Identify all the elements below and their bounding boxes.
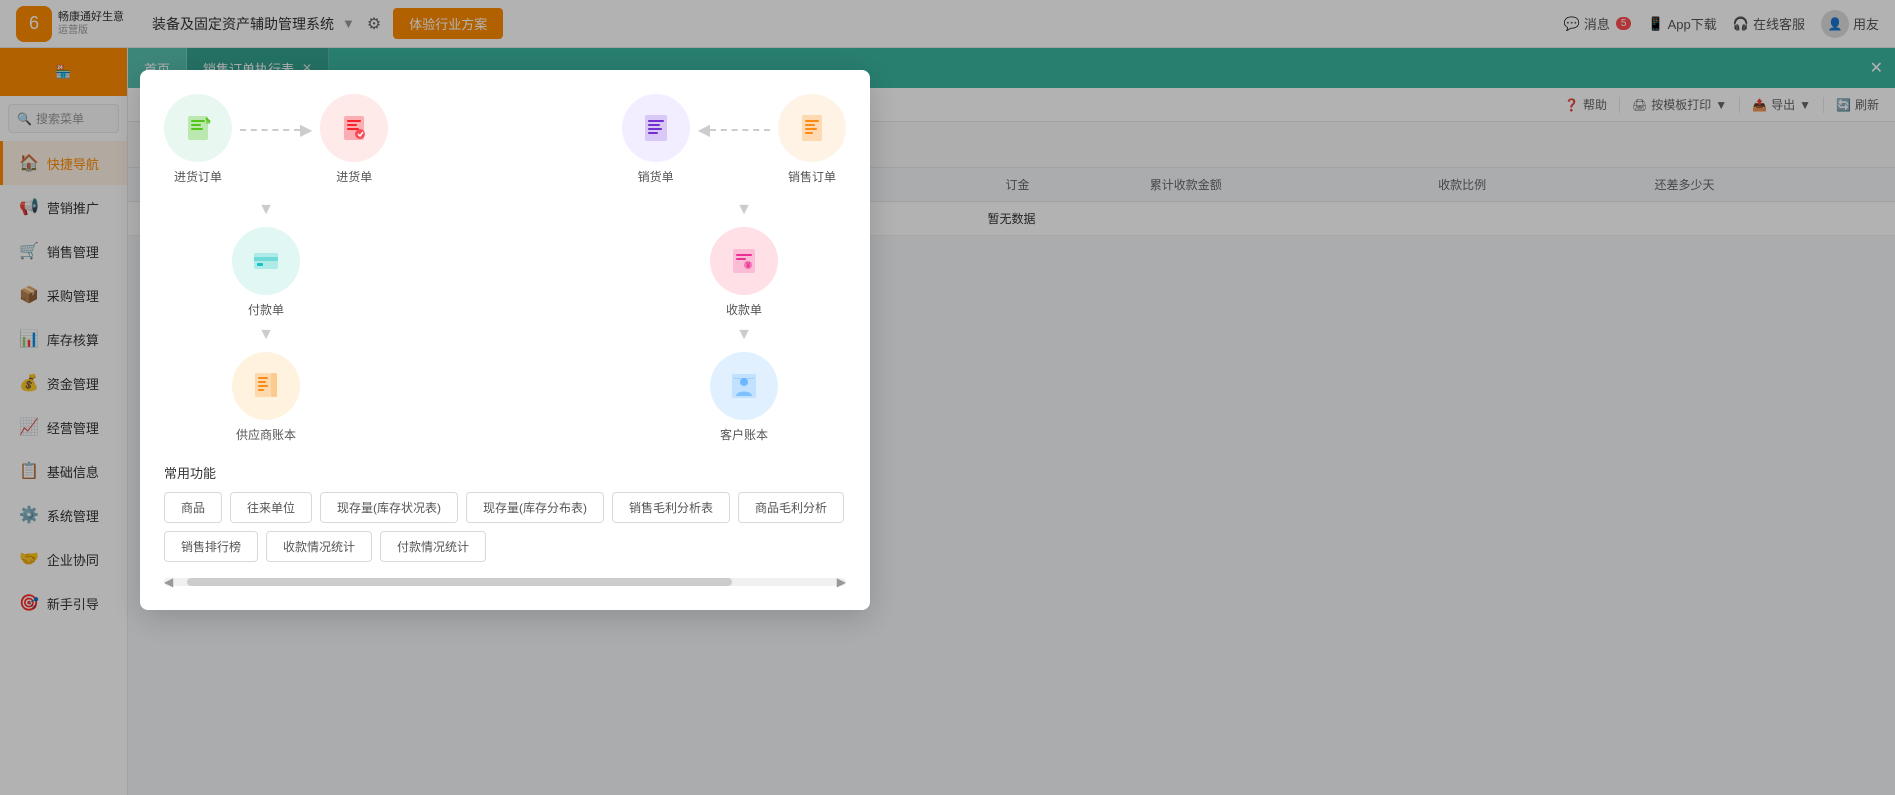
arrow-down-payment: ▼ — [232, 326, 300, 344]
common-functions-area: 常用功能 商品 往来单位 现存量(库存状况表) 现存量(库存分布表) 销售毛利分… — [164, 463, 846, 562]
func-btn-stock-dist[interactable]: 现存量(库存分布表) — [466, 492, 604, 523]
func-btn-stock-status[interactable]: 现存量(库存状况表) — [320, 492, 458, 523]
popup-card: 进货订单 ▶ — [140, 70, 870, 610]
flow-row-arrows-down: ▼ ▼ — [164, 201, 846, 219]
flow-row-5: 供应商账本 客户账本 — [164, 352, 846, 443]
svg-text:¥: ¥ — [746, 261, 751, 270]
arrow-down-sales-bill: ▼ — [710, 201, 778, 219]
flow-diagram-area: 进货订单 ▶ — [164, 94, 846, 443]
func-btn-sales-rank[interactable]: 销售排行榜 — [164, 531, 258, 562]
flow-label-purchase-bill: 进货单 — [336, 168, 372, 185]
func-buttons-row-2: 销售排行榜 收款情况统计 付款情况统计 — [164, 531, 846, 562]
flow-label-receipt-bill: 收款单 — [726, 301, 762, 318]
arrow-4-3: ◀ — [698, 120, 770, 160]
func-btn-contact-unit[interactable]: 往来单位 — [230, 492, 312, 523]
func-buttons-row-1: 商品 往来单位 现存量(库存状况表) 现存量(库存分布表) 销售毛利分析表 商品… — [164, 492, 846, 523]
func-btn-sales-gross[interactable]: 销售毛利分析表 — [612, 492, 730, 523]
flow-node-purchase-bill[interactable]: 进货单 — [320, 94, 388, 185]
flow-node-customer-ledger[interactable]: 客户账本 — [710, 352, 778, 443]
flow-label-payment-bill: 付款单 — [248, 301, 284, 318]
flow-label-sales-bill: 销货单 — [638, 168, 674, 185]
flow-node-sales-bill[interactable]: 销货单 — [622, 94, 690, 185]
flow-circle-payment-bill — [232, 227, 300, 295]
scroll-left-icon[interactable]: ◀ — [164, 575, 173, 589]
func-btn-payment-stats[interactable]: 付款情况统计 — [380, 531, 486, 562]
common-functions-title: 常用功能 — [164, 463, 846, 482]
arrow-down-purchase-bill: ▼ — [232, 201, 300, 219]
flow-node-supplier-ledger[interactable]: 供应商账本 — [232, 352, 300, 443]
flow-circle-receipt-bill: ¥ — [710, 227, 778, 295]
overlay[interactable]: 进货订单 ▶ — [0, 0, 1895, 795]
flow-circle-purchase-bill — [320, 94, 388, 162]
flow-node-purchase-order[interactable]: 进货订单 — [164, 94, 232, 185]
flow-label-purchase-order: 进货订单 — [174, 168, 222, 185]
flow-label-supplier-ledger: 供应商账本 — [236, 426, 296, 443]
func-btn-receipt-stats[interactable]: 收款情况统计 — [266, 531, 372, 562]
scroll-bar-area: ◀ ▶ — [164, 578, 846, 586]
func-btn-product[interactable]: 商品 — [164, 492, 222, 523]
flow-node-receipt-bill[interactable]: ¥ 收款单 — [710, 227, 778, 318]
flow-circle-sales-bill — [622, 94, 690, 162]
flow-circle-supplier-ledger — [232, 352, 300, 420]
func-btn-product-gross[interactable]: 商品毛利分析 — [738, 492, 844, 523]
flow-label-customer-ledger: 客户账本 — [720, 426, 768, 443]
arrow-1-2: ▶ — [240, 120, 312, 160]
flow-circle-customer-ledger — [710, 352, 778, 420]
flow-row-3: 付款单 ¥ 收款单 — [164, 227, 846, 318]
flow-node-sales-order[interactable]: 销售订单 — [778, 94, 846, 185]
flow-row-1: 进货订单 ▶ — [164, 94, 846, 185]
scroll-right-icon[interactable]: ▶ — [837, 575, 846, 589]
flow-row-arrows-down-2: ▼ ▼ — [164, 326, 846, 344]
flow-label-sales-order: 销售订单 — [788, 168, 836, 185]
arrow-down-receipt: ▼ — [710, 326, 778, 344]
scroll-thumb[interactable] — [187, 578, 733, 586]
flow-circle-purchase-order — [164, 94, 232, 162]
flow-node-payment-bill[interactable]: 付款单 — [232, 227, 300, 318]
flow-circle-sales-order — [778, 94, 846, 162]
